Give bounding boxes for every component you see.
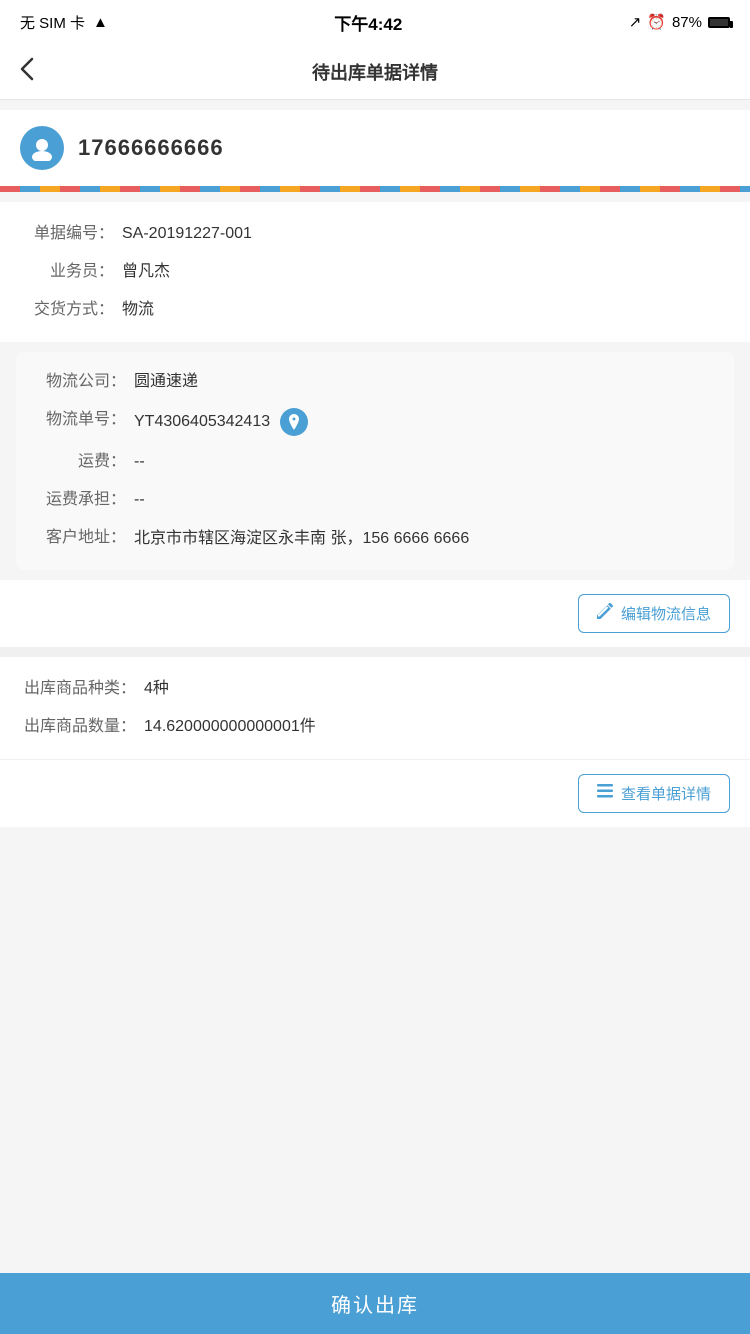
logistics-company-value: 圆通速递 — [134, 370, 714, 394]
tracking-number-container: YT4306405342413 — [134, 408, 714, 436]
order-info-section: 单据编号： SA-20191227-001 业务员： 曾凡杰 交货方式： 物流 — [0, 202, 750, 342]
status-left: 无 SIM 卡 ▲ — [20, 12, 108, 33]
product-quantity-row: 出库商品数量： 14.620000000000001件 — [24, 715, 726, 739]
tracking-number-label: 物流单号： — [36, 408, 126, 432]
freight-bearer-label: 运费承担： — [36, 488, 126, 512]
freight-row: 运费： -- — [36, 450, 714, 474]
view-btn-container: 查看单据详情 — [0, 759, 750, 827]
freight-bearer-row: 运费承担： -- — [36, 488, 714, 512]
product-type-label: 出库商品种类： — [24, 677, 136, 701]
logistics-card: 物流公司： 圆通速递 物流单号： YT4306405342413 运费： -- … — [16, 352, 734, 570]
location-icon: ↗ — [629, 13, 642, 31]
address-label: 客户地址： — [36, 526, 126, 550]
document-number-row: 单据编号： SA-20191227-001 — [24, 222, 726, 246]
status-right: ↗ ⏰ 87% — [629, 13, 730, 31]
document-number-value: SA-20191227-001 — [122, 222, 726, 246]
section-divider — [0, 647, 750, 657]
status-time: 下午4:42 — [334, 10, 402, 35]
sales-person-label: 业务员： — [24, 260, 114, 284]
view-details-icon — [597, 784, 613, 802]
edit-logistics-button[interactable]: 编辑物流信息 — [578, 594, 730, 633]
sales-person-row: 业务员： 曾凡杰 — [24, 260, 726, 284]
status-bar: 无 SIM 卡 ▲ 下午4:42 ↗ ⏰ 87% — [0, 0, 750, 44]
page-title: 待出库单据详情 — [312, 59, 438, 85]
product-quantity-label: 出库商品数量： — [24, 715, 136, 739]
location-icon[interactable] — [280, 408, 308, 436]
document-number-label: 单据编号： — [24, 222, 114, 246]
freight-label: 运费： — [36, 450, 126, 474]
alarm-icon: ⏰ — [647, 13, 666, 31]
avatar — [20, 126, 64, 170]
battery-icon — [708, 17, 730, 28]
carrier-text: 无 SIM 卡 — [20, 12, 85, 33]
battery-text: 87% — [672, 14, 702, 31]
product-type-value: 4种 — [144, 677, 726, 701]
edit-icon — [597, 603, 613, 624]
view-details-button[interactable]: 查看单据详情 — [578, 774, 730, 813]
nav-bar: 待出库单据详情 — [0, 44, 750, 100]
delivery-method-value: 物流 — [122, 298, 726, 322]
confirm-btn-container: 确认出库 — [0, 1273, 750, 1334]
wifi-icon: ▲ — [93, 14, 108, 31]
tracking-number-value: YT4306405342413 — [134, 410, 270, 434]
confirm-button[interactable]: 确认出库 — [331, 1289, 419, 1318]
logistics-company-row: 物流公司： 圆通速递 — [36, 370, 714, 394]
logistics-company-label: 物流公司： — [36, 370, 126, 394]
product-quantity-value: 14.620000000000001件 — [144, 715, 726, 739]
edit-btn-container: 编辑物流信息 — [0, 580, 750, 647]
user-header: 17666666666 — [0, 110, 750, 186]
freight-value: -- — [134, 450, 714, 474]
bottom-spacer — [0, 827, 750, 1057]
freight-bearer-value: -- — [134, 488, 714, 512]
product-type-row: 出库商品种类： 4种 — [24, 677, 726, 701]
view-details-label: 查看单据详情 — [621, 783, 711, 804]
product-section: 出库商品种类： 4种 出库商品数量： 14.620000000000001件 — [0, 657, 750, 759]
tracking-number-row: 物流单号： YT4306405342413 — [36, 408, 714, 436]
address-row: 客户地址： 北京市市辖区海淀区永丰南 张，156 6666 6666 — [36, 526, 714, 552]
back-button[interactable] — [12, 49, 42, 95]
address-value: 北京市市辖区海淀区永丰南 张，156 6666 6666 — [134, 526, 714, 552]
edit-logistics-label: 编辑物流信息 — [621, 603, 711, 624]
dashed-divider — [0, 186, 750, 192]
user-phone: 17666666666 — [78, 135, 224, 161]
delivery-method-label: 交货方式： — [24, 298, 114, 322]
delivery-method-row: 交货方式： 物流 — [24, 298, 726, 322]
sales-person-value: 曾凡杰 — [122, 260, 726, 284]
